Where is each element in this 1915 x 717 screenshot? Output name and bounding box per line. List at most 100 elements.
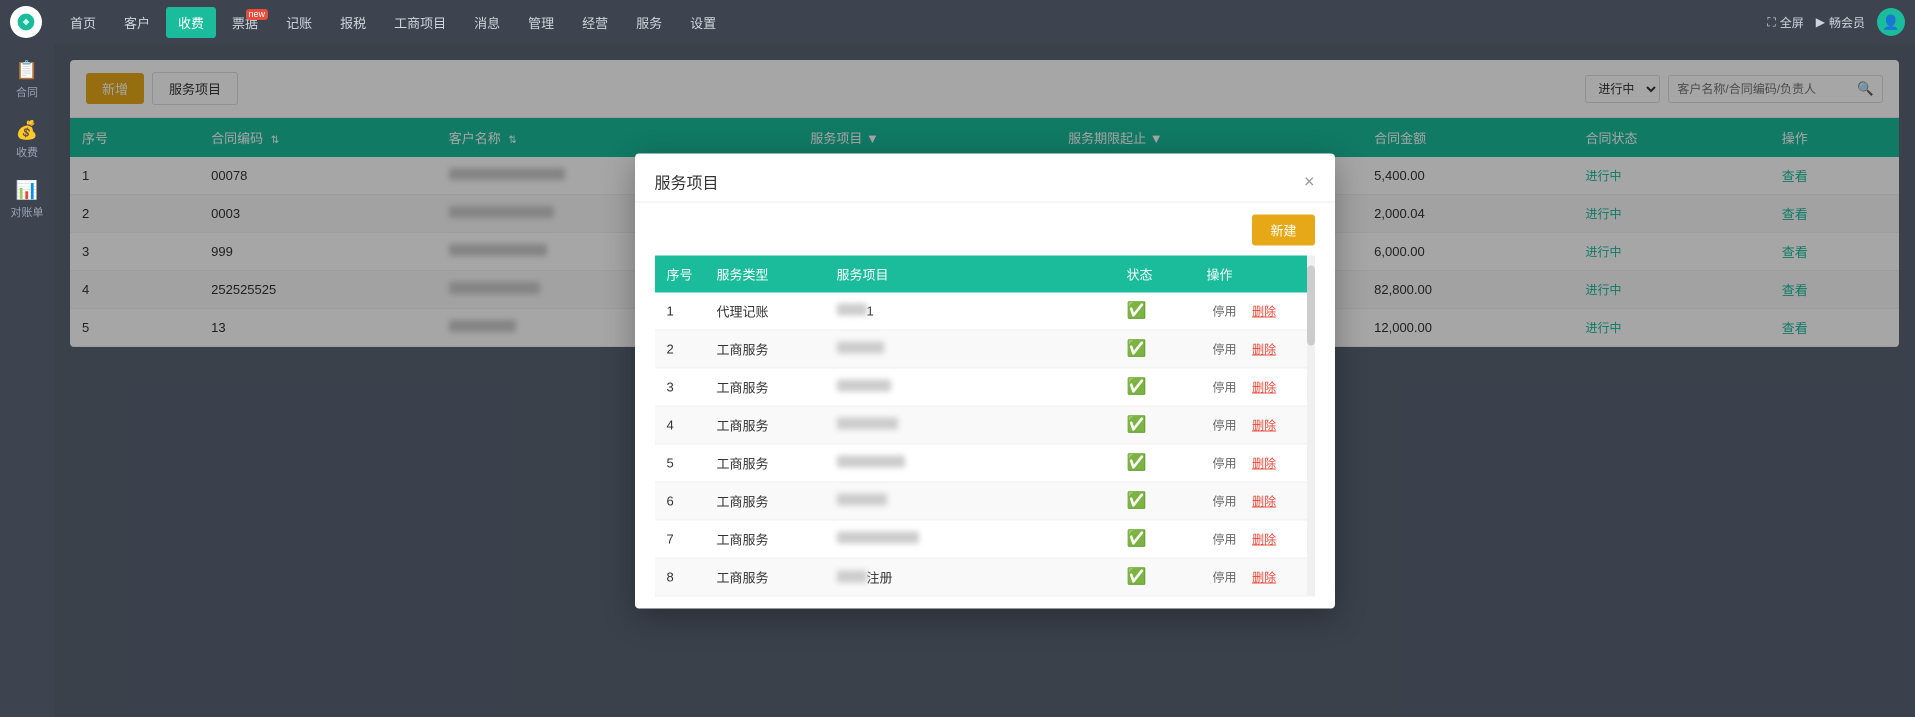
stop-button[interactable]: 停用 bbox=[1207, 414, 1243, 435]
modal-cell-item: 1 bbox=[825, 292, 1115, 330]
modal-table-row: 5 工商服务 ✅ 停用 删除 bbox=[655, 444, 1315, 482]
modal-table-row: 6 工商服务 ✅ 停用 删除 bbox=[655, 482, 1315, 520]
member-icon: ▶ bbox=[1816, 15, 1825, 29]
modal-table-row: 1 代理记账 1 ✅ 停用 删除 bbox=[655, 292, 1315, 330]
statement-icon: 📊 bbox=[16, 180, 38, 201]
nav-settings[interactable]: 设置 bbox=[678, 7, 728, 38]
modal-cell-type: 工商服务 bbox=[705, 520, 825, 558]
modal-col-status: 状态 bbox=[1115, 255, 1195, 292]
modal-col-action: 操作 bbox=[1195, 255, 1315, 292]
modal-cell-item bbox=[825, 330, 1115, 368]
modal-table-row: 3 工商服务 ✅ 停用 删除 bbox=[655, 368, 1315, 406]
modal-cell-seq: 7 bbox=[655, 520, 705, 558]
modal-cell-seq: 2 bbox=[655, 330, 705, 368]
modal-cell-type: 工商服务 bbox=[705, 330, 825, 368]
fee-icon: 💰 bbox=[16, 120, 38, 141]
delete-button[interactable]: 删除 bbox=[1246, 566, 1282, 587]
modal-cell-status: ✅ bbox=[1115, 444, 1195, 482]
fullscreen-button[interactable]: ⛶ 全屏 bbox=[1767, 14, 1803, 31]
main-layout: 📋 合同 💰 收费 📊 对账单 新增 服务项目 进行中已完成已停止 🔍 bbox=[0, 44, 1915, 717]
modal-cell-status: ✅ bbox=[1115, 558, 1195, 596]
nav-customer[interactable]: 客户 bbox=[112, 7, 162, 38]
modal-cell-type: 代理记账 bbox=[705, 292, 825, 330]
modal-table-body: 1 代理记账 1 ✅ 停用 删除 2 工商服务 ✅ 停用 删除 3 工商服务 ✅… bbox=[655, 292, 1315, 596]
stop-button[interactable]: 停用 bbox=[1207, 566, 1243, 587]
modal-cell-action: 停用 删除 bbox=[1195, 292, 1315, 330]
member-button[interactable]: ▶ 畅会员 bbox=[1816, 14, 1865, 31]
delete-button[interactable]: 删除 bbox=[1246, 452, 1282, 473]
stop-button[interactable]: 停用 bbox=[1207, 300, 1243, 321]
modal-table-row: 4 工商服务 ✅ 停用 删除 bbox=[655, 406, 1315, 444]
modal-body: 新建 序号 服务类型 服务项目 状态 操作 bbox=[635, 202, 1335, 608]
nav-home[interactable]: 首页 bbox=[58, 7, 108, 38]
modal-title: 服务项目 bbox=[655, 169, 719, 193]
sidebar-item-fee[interactable]: 💰 收费 bbox=[3, 112, 51, 168]
scrollbar-track[interactable] bbox=[1307, 255, 1315, 596]
modal-header-row: 序号 服务类型 服务项目 状态 操作 bbox=[655, 255, 1315, 292]
new-service-button[interactable]: 新建 bbox=[1252, 214, 1314, 245]
modal-cell-seq: 3 bbox=[655, 368, 705, 406]
delete-button[interactable]: 删除 bbox=[1246, 490, 1282, 511]
modal-cell-action: 停用 删除 bbox=[1195, 368, 1315, 406]
stop-button[interactable]: 停用 bbox=[1207, 338, 1243, 359]
modal-cell-item bbox=[825, 482, 1115, 520]
modal-col-item: 服务项目 bbox=[825, 255, 1115, 292]
stop-button[interactable]: 停用 bbox=[1207, 528, 1243, 549]
modal-cell-seq: 1 bbox=[655, 292, 705, 330]
modal-table-row: 2 工商服务 ✅ 停用 删除 bbox=[655, 330, 1315, 368]
nav-invoice[interactable]: 票据 new bbox=[220, 7, 270, 38]
modal-table-row: 8 工商服务 注册 ✅ 停用 删除 bbox=[655, 558, 1315, 596]
nav-message[interactable]: 消息 bbox=[462, 7, 512, 38]
nav-tax[interactable]: 报税 bbox=[328, 7, 378, 38]
modal-cell-status: ✅ bbox=[1115, 292, 1195, 330]
modal-cell-item: 注册 bbox=[825, 558, 1115, 596]
top-nav: 首页 客户 收费 票据 new 记账 报税 工商项目 消息 管理 经营 服务 设… bbox=[0, 0, 1915, 44]
main-content: 新增 服务项目 进行中已完成已停止 🔍 序号 合同编码 ⇅ 客户名称 ⇅ bbox=[54, 44, 1915, 717]
modal-cell-status: ✅ bbox=[1115, 406, 1195, 444]
stop-button[interactable]: 停用 bbox=[1207, 376, 1243, 397]
nav-manage[interactable]: 管理 bbox=[516, 7, 566, 38]
nav-right: ⛶ 全屏 ▶ 畅会员 👤 bbox=[1767, 8, 1905, 36]
modal-table-row: 7 工商服务 ✅ 停用 删除 bbox=[655, 520, 1315, 558]
modal-cell-seq: 8 bbox=[655, 558, 705, 596]
modal-toolbar: 新建 bbox=[655, 214, 1315, 245]
modal-cell-action: 停用 删除 bbox=[1195, 520, 1315, 558]
delete-button[interactable]: 删除 bbox=[1246, 376, 1282, 397]
sidebar-item-contract[interactable]: 📋 合同 bbox=[3, 52, 51, 108]
nav-operation[interactable]: 经营 bbox=[570, 7, 620, 38]
modal-close-button[interactable]: × bbox=[1304, 172, 1315, 190]
modal-col-seq: 序号 bbox=[655, 255, 705, 292]
app-logo[interactable] bbox=[10, 6, 42, 38]
modal-cell-status: ✅ bbox=[1115, 520, 1195, 558]
modal-cell-type: 工商服务 bbox=[705, 558, 825, 596]
modal-cell-status: ✅ bbox=[1115, 330, 1195, 368]
modal-cell-action: 停用 删除 bbox=[1195, 444, 1315, 482]
nav-service[interactable]: 服务 bbox=[624, 7, 674, 38]
sidebar: 📋 合同 💰 收费 📊 对账单 bbox=[0, 44, 54, 717]
stop-button[interactable]: 停用 bbox=[1207, 490, 1243, 511]
delete-button[interactable]: 删除 bbox=[1246, 414, 1282, 435]
nav-bookkeeping[interactable]: 记账 bbox=[274, 7, 324, 38]
modal-col-type: 服务类型 bbox=[705, 255, 825, 292]
modal-cell-status: ✅ bbox=[1115, 368, 1195, 406]
delete-button[interactable]: 删除 bbox=[1246, 300, 1282, 321]
modal-cell-type: 工商服务 bbox=[705, 482, 825, 520]
stop-button[interactable]: 停用 bbox=[1207, 452, 1243, 473]
modal-cell-type: 工商服务 bbox=[705, 444, 825, 482]
modal-cell-item bbox=[825, 406, 1115, 444]
fullscreen-icon: ⛶ bbox=[1767, 15, 1775, 30]
modal-cell-type: 工商服务 bbox=[705, 406, 825, 444]
modal-cell-action: 停用 删除 bbox=[1195, 406, 1315, 444]
modal-cell-seq: 5 bbox=[655, 444, 705, 482]
nav-industrial[interactable]: 工商项目 bbox=[382, 7, 458, 38]
delete-button[interactable]: 删除 bbox=[1246, 338, 1282, 359]
modal-table: 序号 服务类型 服务项目 状态 操作 1 代理记账 1 ✅ 停用 删 bbox=[655, 255, 1315, 596]
sidebar-item-statement[interactable]: 📊 对账单 bbox=[3, 172, 51, 228]
modal-header: 服务项目 × bbox=[635, 153, 1335, 202]
modal-cell-type: 工商服务 bbox=[705, 368, 825, 406]
scrollbar-thumb[interactable] bbox=[1307, 265, 1315, 345]
nav-fee[interactable]: 收费 bbox=[166, 7, 216, 38]
delete-button[interactable]: 删除 bbox=[1246, 528, 1282, 549]
modal-cell-action: 停用 删除 bbox=[1195, 330, 1315, 368]
avatar[interactable]: 👤 bbox=[1877, 8, 1905, 36]
